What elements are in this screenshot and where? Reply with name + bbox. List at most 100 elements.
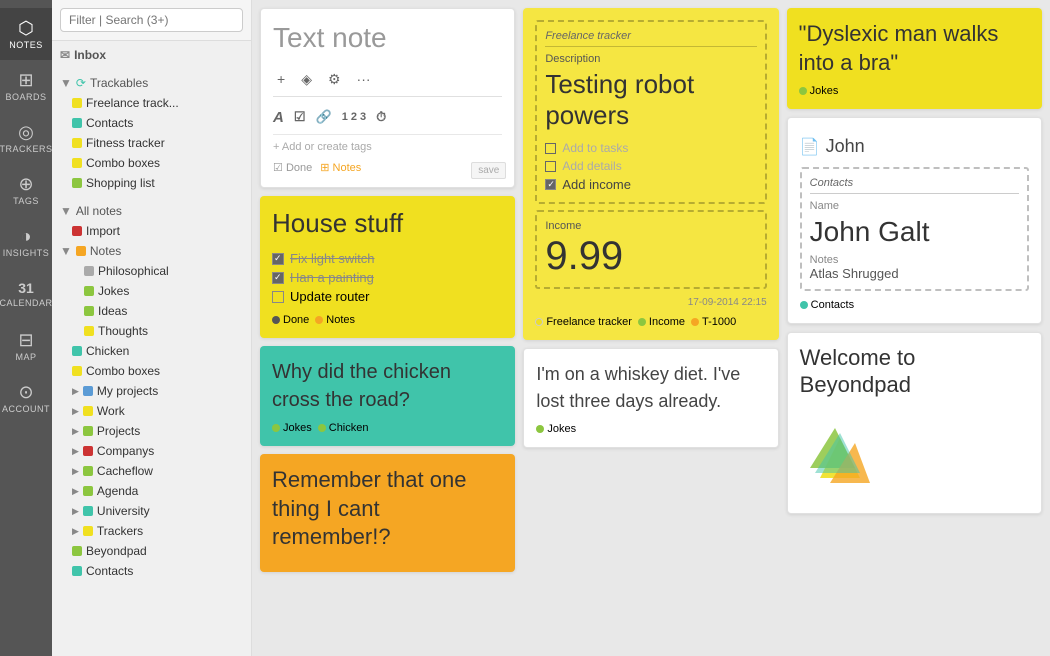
note-group-label: Work (97, 404, 125, 418)
note-footer-tags: Jokes Chicken (272, 422, 503, 434)
search-input[interactable] (60, 8, 243, 32)
tree-trackables-header[interactable]: ▼ ⟳ Trackables (52, 73, 251, 93)
text-note-card: Text note + ◈ ⚙ ··· A ☑ 🔗 1 2 3 ⏱ + Add … (260, 8, 515, 188)
tree-freelance-tracker[interactable]: Freelance track... (52, 93, 251, 113)
contacts-section: Contacts Name John Galt Notes Atlas Shru… (800, 167, 1029, 291)
sidebar-item-tags[interactable]: ⊕ TAGS (0, 164, 52, 216)
format-link-icon[interactable]: 🔗 (316, 109, 332, 125)
note-group-label: Trackers (97, 524, 143, 538)
tree-work[interactable]: ▶ Work (52, 401, 251, 421)
inbox-icon: ✉ (60, 48, 70, 62)
task-checkbox[interactable] (545, 161, 556, 172)
tree-beyondpad[interactable]: Beyondpad (52, 541, 251, 561)
done-icon: ☑ (273, 162, 283, 174)
sidebar-item-calendar[interactable]: 31 CALENDAR (0, 268, 52, 320)
checkbox-done[interactable] (272, 272, 284, 284)
tree-projects[interactable]: ▶ Projects (52, 421, 251, 441)
sync-icon: ⟳ (76, 76, 86, 90)
trackable-label: Shopping list (86, 176, 155, 190)
color-dot (84, 306, 94, 316)
sidebar-item-insights[interactable]: ◑ INSIGHTS (0, 216, 52, 268)
footer-tag: Income (638, 316, 685, 328)
task-checkbox[interactable] (545, 143, 556, 154)
color-dot (76, 246, 86, 256)
john-header: 📄 John (800, 130, 1029, 163)
tree-philosophical[interactable]: Philosophical (52, 261, 251, 281)
tree-jokes[interactable]: Jokes (52, 281, 251, 301)
footer-tag: T-1000 (691, 316, 736, 328)
color-icon[interactable]: ◈ (297, 69, 316, 90)
note-group-label: Contacts (86, 564, 133, 578)
tree-shopping-list[interactable]: Shopping list (52, 173, 251, 193)
tree-chicken[interactable]: Chicken (52, 341, 251, 361)
footer-tag-done: Done (272, 314, 309, 326)
trackers-icon: ◎ (18, 123, 34, 141)
sidebar-item-map[interactable]: ⊟ MAP (0, 320, 52, 372)
tree-companys[interactable]: ▶ Companys (52, 441, 251, 461)
trackable-label: Combo boxes (86, 156, 160, 170)
icon-sidebar: ⬡ NOTES ⊞ BOARDS ◎ TRACKERS ⊕ TAGS ◑ INS… (0, 0, 52, 656)
format-bar: A ☑ 🔗 1 2 3 ⏱ (273, 105, 502, 135)
main-content: Text note + ◈ ⚙ ··· A ☑ 🔗 1 2 3 ⏱ + Add … (252, 0, 1050, 656)
john-name: John (826, 136, 865, 157)
tree-cacheflow[interactable]: ▶ Cacheflow (52, 461, 251, 481)
settings-icon[interactable]: ⚙ (324, 69, 345, 90)
sidebar-item-account[interactable]: ⊙ ACCOUNT (0, 372, 52, 424)
done-btn[interactable]: ☑ Done (273, 161, 312, 174)
tree-trackers[interactable]: ▶ Trackers (52, 521, 251, 541)
note-child-label: Philosophical (98, 264, 169, 278)
tree-sidebar: ✉ Inbox ▼ ⟳ Trackables Freelance track..… (52, 0, 252, 656)
footer-tag-jokes: Jokes (536, 423, 576, 435)
save-button[interactable]: save (471, 162, 506, 179)
tree-all-notes-header[interactable]: ▼ All notes (52, 201, 251, 221)
calendar-icon: 31 (18, 281, 34, 295)
add-tags[interactable]: + Add or create tags (273, 141, 502, 153)
tag-dot (536, 425, 544, 433)
format-time-icon[interactable]: ⏱ (376, 109, 386, 125)
name-label: Name (810, 200, 1019, 212)
timestamp: 17-09-2014 22:15 (535, 297, 766, 308)
tree-agenda[interactable]: ▶ Agenda (52, 481, 251, 501)
notes-btn[interactable]: ⊞ Notes (320, 161, 361, 174)
tree-fitness-tracker[interactable]: Fitness tracker (52, 133, 251, 153)
tree-university[interactable]: ▶ University (52, 501, 251, 521)
sidebar-item-notes[interactable]: ⬡ NOTES (0, 8, 52, 60)
format-number-icon[interactable]: 1 2 3 (342, 111, 366, 123)
tree-notes-header[interactable]: ▼ Notes (52, 241, 251, 261)
tree-contacts2[interactable]: Contacts (52, 561, 251, 581)
color-dot (72, 366, 82, 376)
tree-ideas[interactable]: Ideas (52, 301, 251, 321)
tree-combo-boxes2[interactable]: Combo boxes (52, 361, 251, 381)
task-checkbox-checked[interactable] (545, 179, 556, 190)
house-stuff-card: House stuff Fix light switch Han a paint… (260, 196, 515, 338)
sidebar-item-boards[interactable]: ⊞ BOARDS (0, 60, 52, 112)
tree-import[interactable]: Import (52, 221, 251, 241)
color-dot (83, 426, 93, 436)
tag-dot (272, 424, 280, 432)
format-text-icon[interactable]: A (273, 109, 284, 126)
tree-my-projects[interactable]: ▶ My projects (52, 381, 251, 401)
tree-combo-boxes[interactable]: Combo boxes (52, 153, 251, 173)
checkbox[interactable] (272, 291, 284, 303)
more-icon[interactable]: ··· (353, 69, 375, 89)
tag-dot (318, 424, 326, 432)
sidebar-item-trackers[interactable]: ◎ TRACKERS (0, 112, 52, 164)
checkbox-done[interactable] (272, 253, 284, 265)
tracker-section: Freelance tracker Description Testing ro… (535, 20, 766, 204)
color-dot (72, 138, 82, 148)
format-check-icon[interactable]: ☑ (294, 109, 306, 125)
search-bar (52, 0, 251, 41)
task-item: Add to tasks (545, 139, 756, 157)
welcome-title: Welcome to Beyondpad (800, 345, 1029, 398)
tree-section-trackables: ▼ ⟳ Trackables Freelance track... Contac… (52, 69, 251, 197)
contact-full-name: John Galt (810, 216, 1019, 248)
tree-thoughts[interactable]: Thoughts (52, 321, 251, 341)
note-group-label: Projects (97, 424, 140, 438)
tree-inbox[interactable]: ✉ Inbox (52, 45, 251, 65)
add-icon[interactable]: + (273, 69, 289, 89)
income-section: Income 9.99 (535, 210, 766, 289)
tag-dot (315, 316, 323, 324)
contacts-label: Contacts (810, 177, 1019, 194)
tree-contacts[interactable]: Contacts (52, 113, 251, 133)
trackable-label: Contacts (86, 116, 133, 130)
